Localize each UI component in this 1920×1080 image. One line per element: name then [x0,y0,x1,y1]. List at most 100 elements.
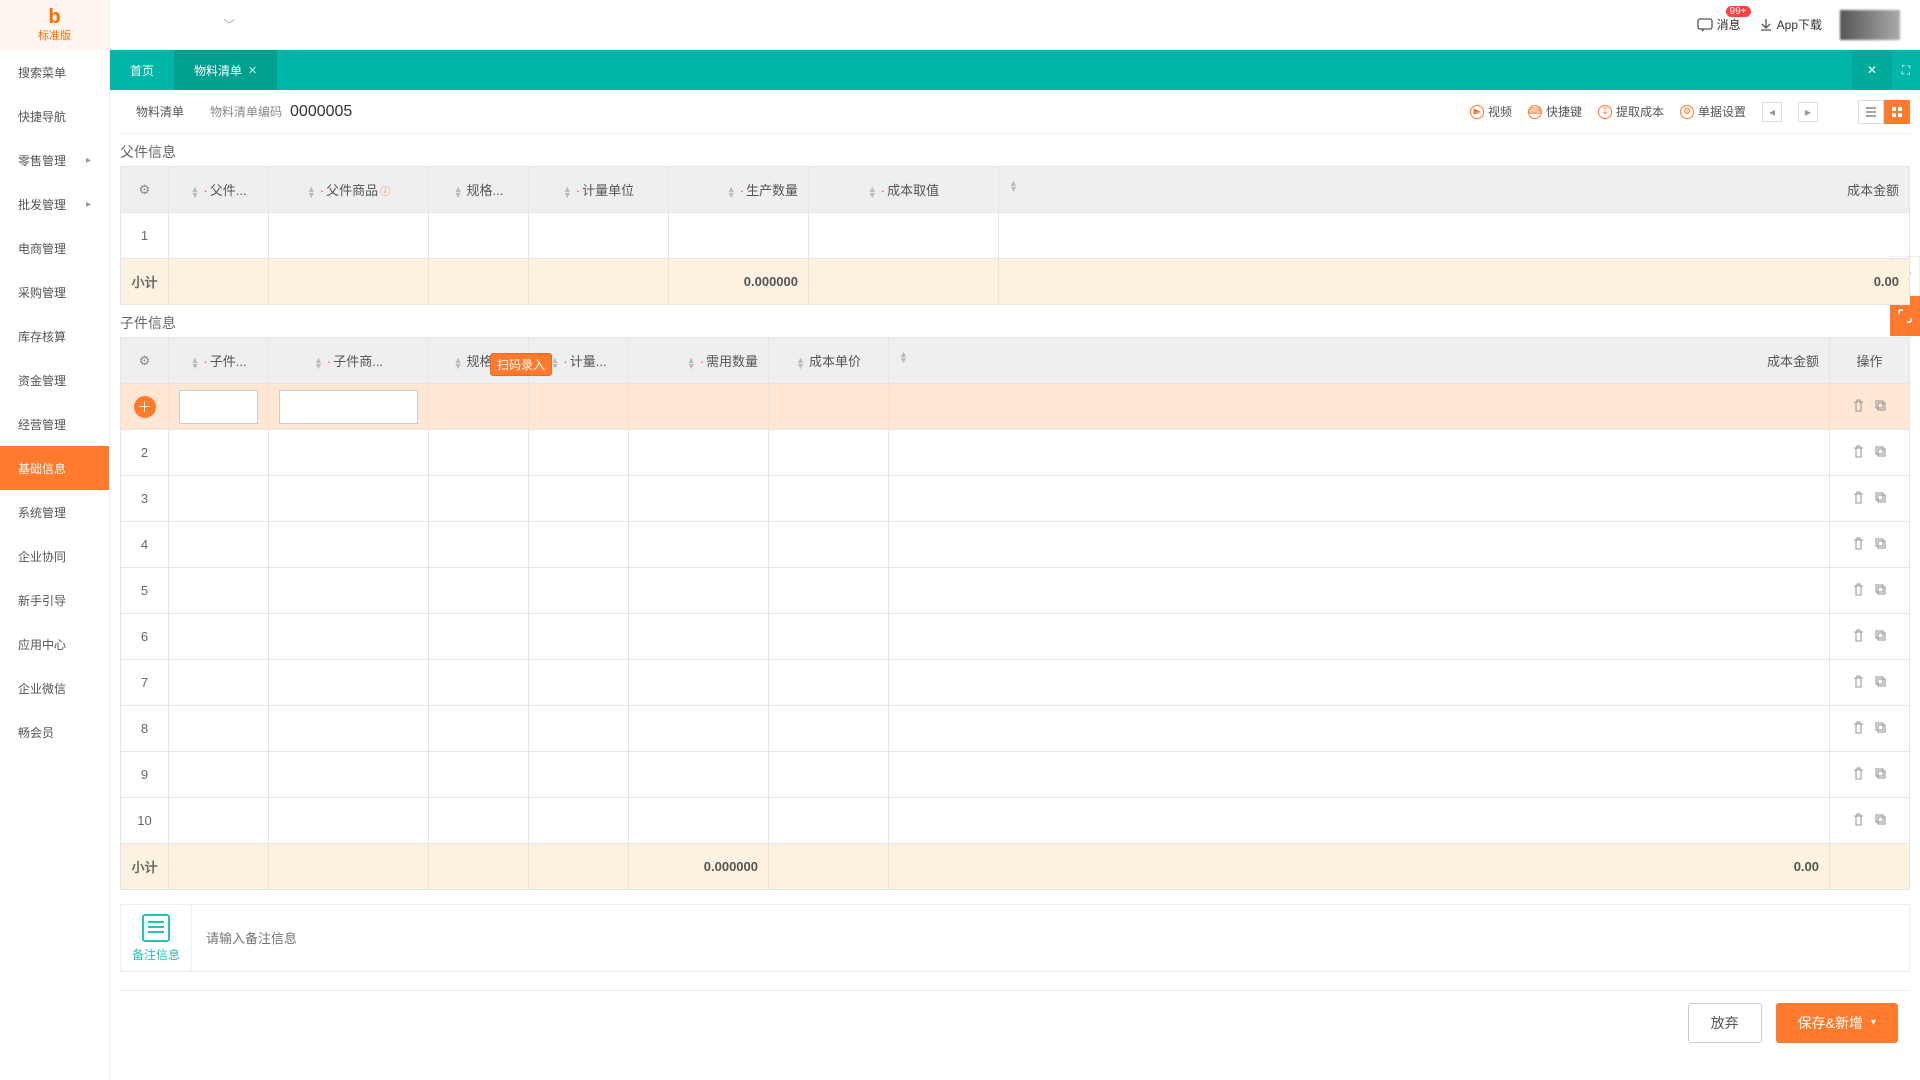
col-parent-spec[interactable]: ▲▼规格... [429,167,529,213]
sidebar-item-2[interactable]: 零售管理▸ [0,138,109,182]
copy-row-icon[interactable] [1874,399,1888,412]
col-parent-uom[interactable]: ▲▼·计量单位 [529,167,669,213]
col-parent-goods[interactable]: ▲▼·父件商品ⓘ [269,167,429,213]
copy-row-icon[interactable] [1874,537,1888,550]
child-goods-input[interactable] [279,390,418,424]
copy-row-icon[interactable] [1874,583,1888,596]
copy-row-icon[interactable] [1874,813,1888,826]
sidebar-item-10[interactable]: 系统管理 [0,490,109,534]
sidebar-item-14[interactable]: 企业微信 [0,666,109,710]
table-row[interactable]: 6 [121,614,1910,660]
col-child-ops: 操作 [1830,338,1910,384]
subtab-bom[interactable]: 物料清单 [120,90,200,133]
sidebar-item-label: 经营管理 [18,416,66,433]
close-all-tabs-button[interactable]: ✕ [1852,50,1892,90]
table-row[interactable]: 10 [121,798,1910,844]
col-child-cost-amt[interactable]: ▲▼成本金额 [889,338,1830,384]
tab-bom[interactable]: 物料清单 ✕ [174,50,277,90]
tool-video[interactable]: ▶视频 [1470,103,1512,120]
sidebar-item-8[interactable]: 经营管理 [0,402,109,446]
col-parent-cost-src[interactable]: ▲▼·成本取值 [809,167,999,213]
col-child-unit-cost[interactable]: ▲▼成本单价 [769,338,889,384]
delete-row-icon[interactable] [1852,583,1866,596]
scan-entry-badge[interactable]: 扫码录入 [490,353,552,376]
messages-badge: 99+ [1726,6,1751,17]
discard-button[interactable]: 放弃 [1688,1003,1762,1043]
delete-row-icon[interactable] [1852,675,1866,688]
sidebar-item-11[interactable]: 企业协同 [0,534,109,578]
next-button[interactable]: ▸ [1798,102,1818,122]
sidebar-item-label: 电商管理 [18,240,66,257]
col-parent-code[interactable]: ▲▼·父件... [169,167,269,213]
org-selector[interactable]: ﹀ [130,16,235,33]
table-row[interactable]: 9 [121,752,1910,798]
close-icon[interactable]: ✕ [248,64,257,77]
sidebar-item-label: 企业协同 [18,548,66,565]
sidebar-item-12[interactable]: 新手引导 [0,578,109,622]
table-row[interactable]: 5 [121,568,1910,614]
sidebar-item-label: 搜索菜单 [18,64,66,81]
sidebar-item-13[interactable]: 应用中心 [0,622,109,666]
app-download-button[interactable]: App下载 [1759,16,1822,33]
tool-hotkey[interactable]: ⌨快捷键 [1528,103,1582,120]
delete-row-icon[interactable] [1852,491,1866,504]
avatar[interactable] [1840,10,1900,40]
sidebar-item-15[interactable]: 畅会员 [0,710,109,754]
delete-row-icon[interactable] [1852,721,1866,734]
table-row[interactable]: ＋ [121,384,1910,430]
sidebar-item-label: 畅会员 [18,724,54,741]
copy-row-icon[interactable] [1874,629,1888,642]
sidebar-item-7[interactable]: 资金管理 [0,358,109,402]
sidebar-item-label: 零售管理 [18,152,66,169]
col-parent-cost-amt[interactable]: ▲▼成本金额 [999,167,1910,213]
view-detail-button[interactable] [1884,100,1910,124]
prev-button[interactable]: ◂ [1762,102,1782,122]
sidebar-item-label: 资金管理 [18,372,66,389]
table-row[interactable]: 1 [121,213,1910,259]
copy-row-icon[interactable] [1874,491,1888,504]
messages-button[interactable]: 消息 99+ [1697,16,1741,33]
col-child-qty[interactable]: ▲▼·需用数量 [629,338,769,384]
delete-row-icon[interactable] [1852,629,1866,642]
col-settings[interactable]: ⚙ [121,338,169,384]
tool-doc-setting[interactable]: ⚙单据设置 [1680,103,1746,120]
tool-fetch-cost[interactable]: ↧提取成本 [1598,103,1664,120]
remark-input[interactable] [191,905,1909,971]
col-settings[interactable]: ⚙ [121,167,169,213]
view-list-button[interactable] [1858,100,1884,124]
sidebar-item-6[interactable]: 库存核算 [0,314,109,358]
fullscreen-icon[interactable]: ⛶ [1892,50,1920,90]
sidebar-item-label: 应用中心 [18,636,66,653]
sidebar-item-5[interactable]: 采购管理 [0,270,109,314]
col-parent-qty[interactable]: ▲▼·生产数量 [669,167,809,213]
delete-row-icon[interactable] [1852,767,1866,780]
parent-table: ⚙ ▲▼·父件... ▲▼·父件商品ⓘ ▲▼规格... ▲▼·计量单位 ▲▼·生… [120,166,1910,305]
sidebar-item-3[interactable]: 批发管理▸ [0,182,109,226]
delete-row-icon[interactable] [1852,537,1866,550]
table-row[interactable]: 3 [121,476,1910,522]
delete-row-icon[interactable] [1852,445,1866,458]
sidebar-item-1[interactable]: 快捷导航 [0,94,109,138]
save-and-new-button[interactable]: 保存&新增 ▾ [1776,1003,1898,1043]
download-icon [1759,18,1773,32]
col-child-code[interactable]: ▲▼·子件... [169,338,269,384]
table-row[interactable]: 2 [121,430,1910,476]
child-code-input[interactable] [179,390,258,424]
col-child-goods[interactable]: ▲▼·子件商... [269,338,429,384]
copy-row-icon[interactable] [1874,721,1888,734]
help-icon: ⓘ [380,187,390,198]
table-row[interactable]: 8 [121,706,1910,752]
child-section-title: 子件信息 [120,313,1910,333]
copy-row-icon[interactable] [1874,767,1888,780]
delete-row-icon[interactable] [1852,399,1866,412]
sidebar-item-4[interactable]: 电商管理 [0,226,109,270]
copy-row-icon[interactable] [1874,445,1888,458]
add-row-button[interactable]: ＋ [134,396,156,418]
table-row[interactable]: 7 [121,660,1910,706]
delete-row-icon[interactable] [1852,813,1866,826]
table-row[interactable]: 4 [121,522,1910,568]
tab-home[interactable]: 首页 [110,50,174,90]
sidebar-item-9[interactable]: 基础信息 [0,446,109,490]
sidebar-item-0[interactable]: 搜索菜单 [0,50,109,94]
copy-row-icon[interactable] [1874,675,1888,688]
